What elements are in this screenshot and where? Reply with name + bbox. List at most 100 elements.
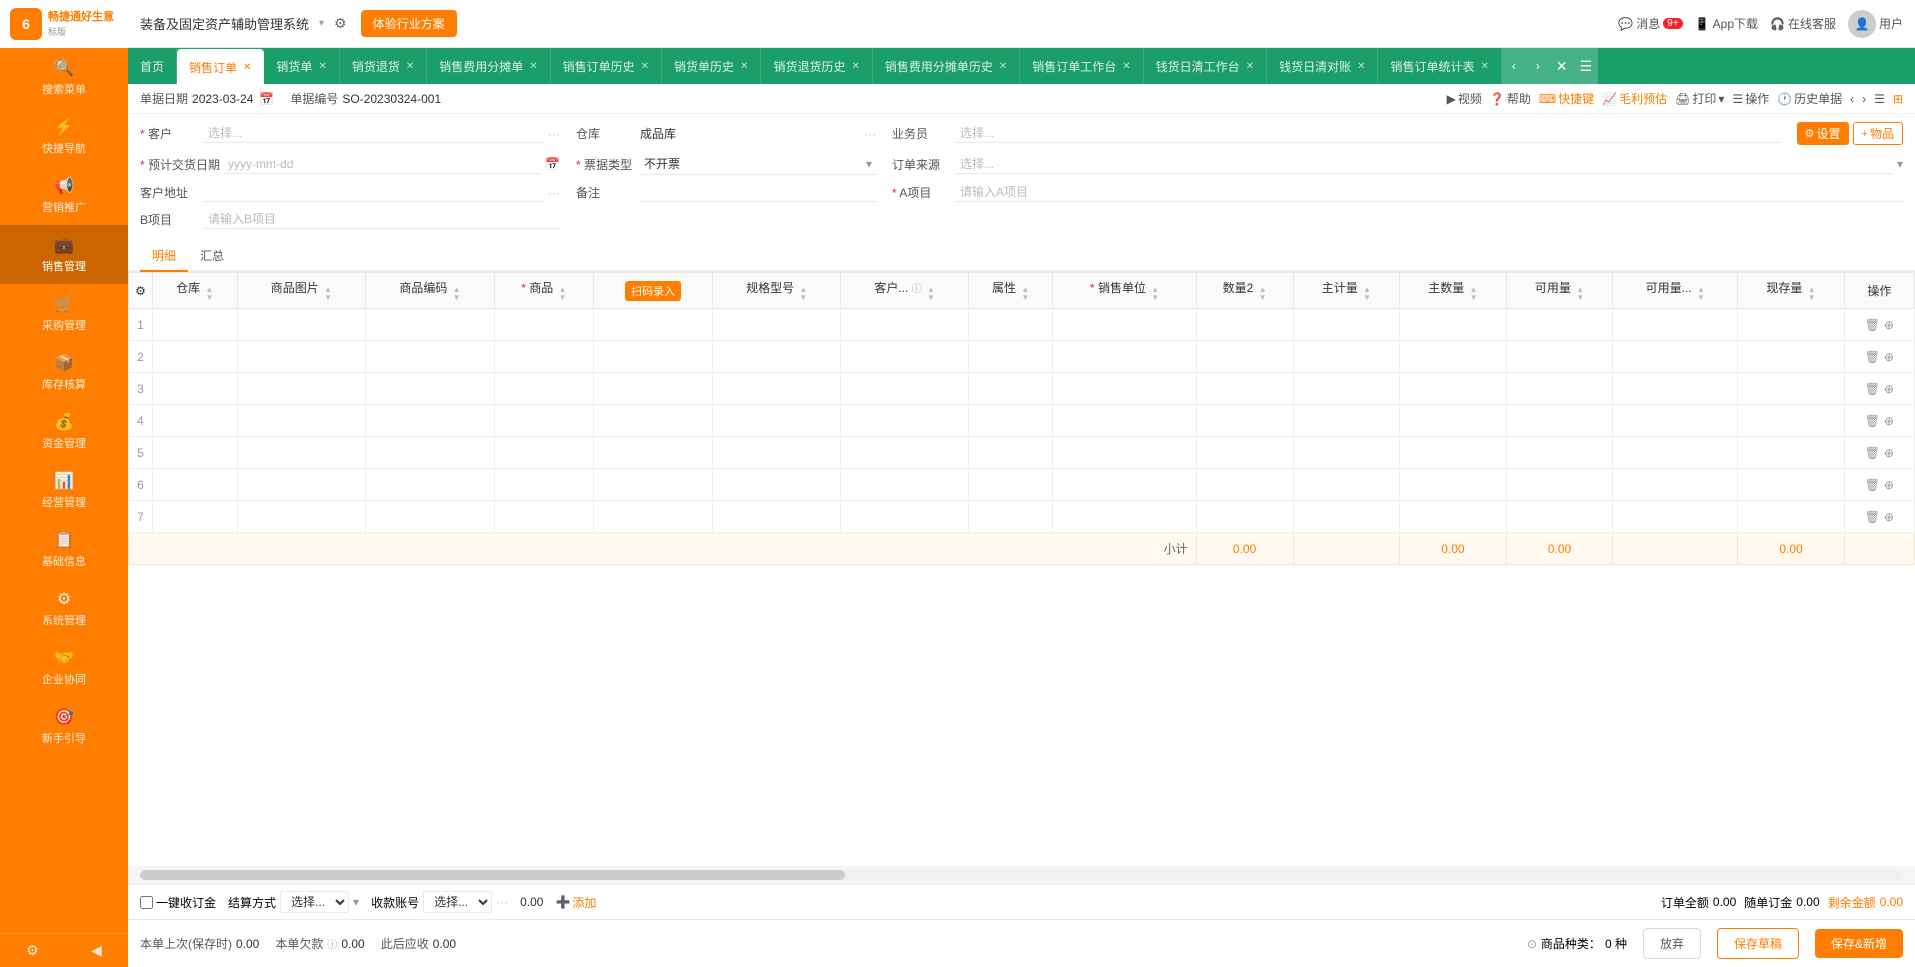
tab-close-icon[interactable]: ✕ <box>243 62 251 73</box>
row-code[interactable] <box>366 309 495 341</box>
sidebar-item-inventory[interactable]: 📦 库存核算 <box>0 343 128 402</box>
delivery-input[interactable] <box>224 155 541 174</box>
row-customer-code[interactable] <box>841 309 968 341</box>
sidebar-item-search[interactable]: 🔍 搜索菜单 <box>0 48 128 107</box>
row-available2[interactable] <box>1613 309 1738 341</box>
b-project-input[interactable] <box>204 210 560 229</box>
tab-close-icon[interactable]: ✕ <box>318 61 326 72</box>
sidebar-item-enterprise[interactable]: 🤝 企业协同 <box>0 638 128 697</box>
tab-close-all-button[interactable]: ✕ <box>1550 48 1574 84</box>
address-more-icon[interactable]: ··· <box>548 186 560 200</box>
th-sales-unit[interactable]: 销售单位 ▲▼ <box>1053 273 1196 309</box>
tab-close-icon[interactable]: ✕ <box>999 61 1007 72</box>
row-copy-btn[interactable]: ⊕ <box>1884 350 1894 364</box>
row-copy-btn[interactable]: ⊕ <box>1884 510 1894 524</box>
notes-input[interactable] <box>640 183 876 202</box>
row-stock[interactable] <box>1738 309 1845 341</box>
tab-close-icon[interactable]: ✕ <box>529 61 537 72</box>
row-qty2[interactable] <box>1196 309 1293 341</box>
settings-btn[interactable]: ⚙ 设置 <box>1797 122 1849 145</box>
sidebar-item-system[interactable]: ⚙ 系统管理 <box>0 579 128 638</box>
address-input[interactable] <box>204 183 544 202</box>
th-main-unit[interactable]: 主计量 ▲▼ <box>1293 273 1400 309</box>
row-image[interactable] <box>237 309 366 341</box>
tab-close-icon[interactable]: ✕ <box>1357 61 1365 72</box>
row-delete-btn[interactable]: 🗑 <box>1865 414 1880 428</box>
operate-action-button[interactable]: ☰ 操作 <box>1732 90 1769 107</box>
topbar-gear-icon[interactable]: ⚙ <box>334 15 347 32</box>
sidebar-item-guide[interactable]: 🎯 新手引导 <box>0 697 128 756</box>
th-stock[interactable]: 现存量 ▲▼ <box>1738 273 1845 309</box>
sidebar-item-operation[interactable]: 📊 经营管理 <box>0 461 128 520</box>
sidebar-item-quick-nav[interactable]: ⚡ 快捷导航 <box>0 107 128 166</box>
tab-sales-stat[interactable]: 销售订单统计表 ✕ <box>1378 48 1501 84</box>
row-warehouse[interactable] <box>153 309 238 341</box>
calendar-icon[interactable]: 📅 <box>259 92 274 106</box>
tab-menu-button[interactable]: ☰ <box>1574 48 1599 84</box>
single-date-value[interactable]: 2023-03-24 <box>192 92 253 106</box>
settings-bottom-icon[interactable]: ⚙ <box>26 942 39 959</box>
row-main-unit[interactable] <box>1293 309 1400 341</box>
help-action-button[interactable]: ❓ 帮助 <box>1490 90 1531 107</box>
save-draft-button[interactable]: 保存草稿 <box>1717 928 1799 959</box>
nav-next-icon[interactable]: › <box>1862 92 1866 106</box>
row-delete-btn[interactable]: 🗑 <box>1865 446 1880 460</box>
tab-home[interactable]: 首页 <box>128 48 177 84</box>
add-item-btn[interactable]: + 物品 <box>1853 122 1903 145</box>
tab-close-icon[interactable]: ✕ <box>641 61 649 72</box>
row-copy-btn[interactable]: ⊕ <box>1884 318 1894 332</box>
one-click-checkbox[interactable]: 一键收订金 <box>140 894 216 911</box>
th-main-qty[interactable]: 主数量 ▲▼ <box>1400 273 1507 309</box>
row-main-qty[interactable] <box>1400 309 1507 341</box>
tab-close-icon[interactable]: ✕ <box>740 61 748 72</box>
sidebar-item-finance[interactable]: 💰 资金管理 <box>0 402 128 461</box>
row-copy-btn[interactable]: ⊕ <box>1884 478 1894 492</box>
row-delete-btn[interactable]: 🗑 <box>1865 318 1880 332</box>
tab-close-icon[interactable]: ✕ <box>406 61 414 72</box>
account-select[interactable]: 选择... <box>423 891 492 913</box>
history-action-button[interactable]: 🕐 历史单据 <box>1777 90 1842 107</box>
order-source-input[interactable] <box>956 155 1893 174</box>
th-spec[interactable]: 规格型号 ▲▼ <box>712 273 841 309</box>
tab-return-history[interactable]: 销货单历史 ✕ <box>662 48 761 84</box>
row-copy-btn[interactable]: ⊕ <box>1884 382 1894 396</box>
save-new-button[interactable]: 保存&新增 <box>1815 929 1903 958</box>
collapse-icon[interactable]: ◀ <box>91 942 102 959</box>
customer-more-icon[interactable]: ··· <box>548 127 560 141</box>
sidebar-item-sales[interactable]: 💼 销售管理 <box>0 225 128 284</box>
horizontal-scrollbar[interactable] <box>140 870 1903 880</box>
row-spec[interactable] <box>712 309 841 341</box>
tab-fee-history[interactable]: 销售费用分摊单历史 ✕ <box>873 48 1020 84</box>
scroll-thumb[interactable] <box>140 870 845 880</box>
th-available[interactable]: 可用量 ▲▼ <box>1506 273 1613 309</box>
online-service-button[interactable]: 🎧 在线客服 <box>1770 15 1836 32</box>
th-image[interactable]: 商品图片 ▲▼ <box>237 273 366 309</box>
tab-detail[interactable]: 明细 <box>140 241 188 272</box>
staff-input[interactable] <box>956 124 1781 143</box>
tab-close-icon[interactable]: ✕ <box>1122 61 1130 72</box>
tab-order-history[interactable]: 销售订单历史 ✕ <box>551 48 662 84</box>
tab-cash-daily[interactable]: 钱货日清工作台 ✕ <box>1144 48 1267 84</box>
tab-sales-refund[interactable]: 销货退货 ✕ <box>340 48 427 84</box>
tab-workbench[interactable]: 销售订单工作台 ✕ <box>1020 48 1143 84</box>
tab-refund-history[interactable]: 销货退货历史 ✕ <box>761 48 872 84</box>
tab-summary[interactable]: 汇总 <box>188 241 236 270</box>
row-delete-btn[interactable]: 🗑 <box>1865 382 1880 396</box>
account-more-icon[interactable]: ··· <box>496 895 508 909</box>
shortcut-action-button[interactable]: ⌨ 快捷键 <box>1539 90 1594 107</box>
tab-cash-reconcile[interactable]: 钱货日清对账 ✕ <box>1267 48 1378 84</box>
system-dropdown-icon[interactable]: ▾ <box>319 18 324 29</box>
print-action-button[interactable]: 🖨 打印 ▾ <box>1675 90 1724 107</box>
single-no-value[interactable]: SO-20230324-001 <box>342 92 441 106</box>
discard-button[interactable]: 放弃 <box>1643 928 1701 959</box>
view-action-button[interactable]: ▶ 视频 <box>1447 90 1482 107</box>
tab-sales-order[interactable]: 销售订单 ✕ <box>177 49 264 84</box>
sidebar-item-marketing[interactable]: 📢 营销推广 <box>0 166 128 225</box>
tab-sales-fee[interactable]: 销售费用分摊单 ✕ <box>427 48 550 84</box>
tab-sales-return[interactable]: 销货单 ✕ <box>264 48 339 84</box>
th-attribute[interactable]: 属性 ▲▼ <box>968 273 1053 309</box>
layout-list-icon[interactable]: ☰ <box>1874 92 1885 106</box>
scan-btn[interactable]: 扫码录入 <box>625 281 681 301</box>
one-click-input[interactable] <box>140 896 153 909</box>
row-available[interactable] <box>1506 309 1613 341</box>
